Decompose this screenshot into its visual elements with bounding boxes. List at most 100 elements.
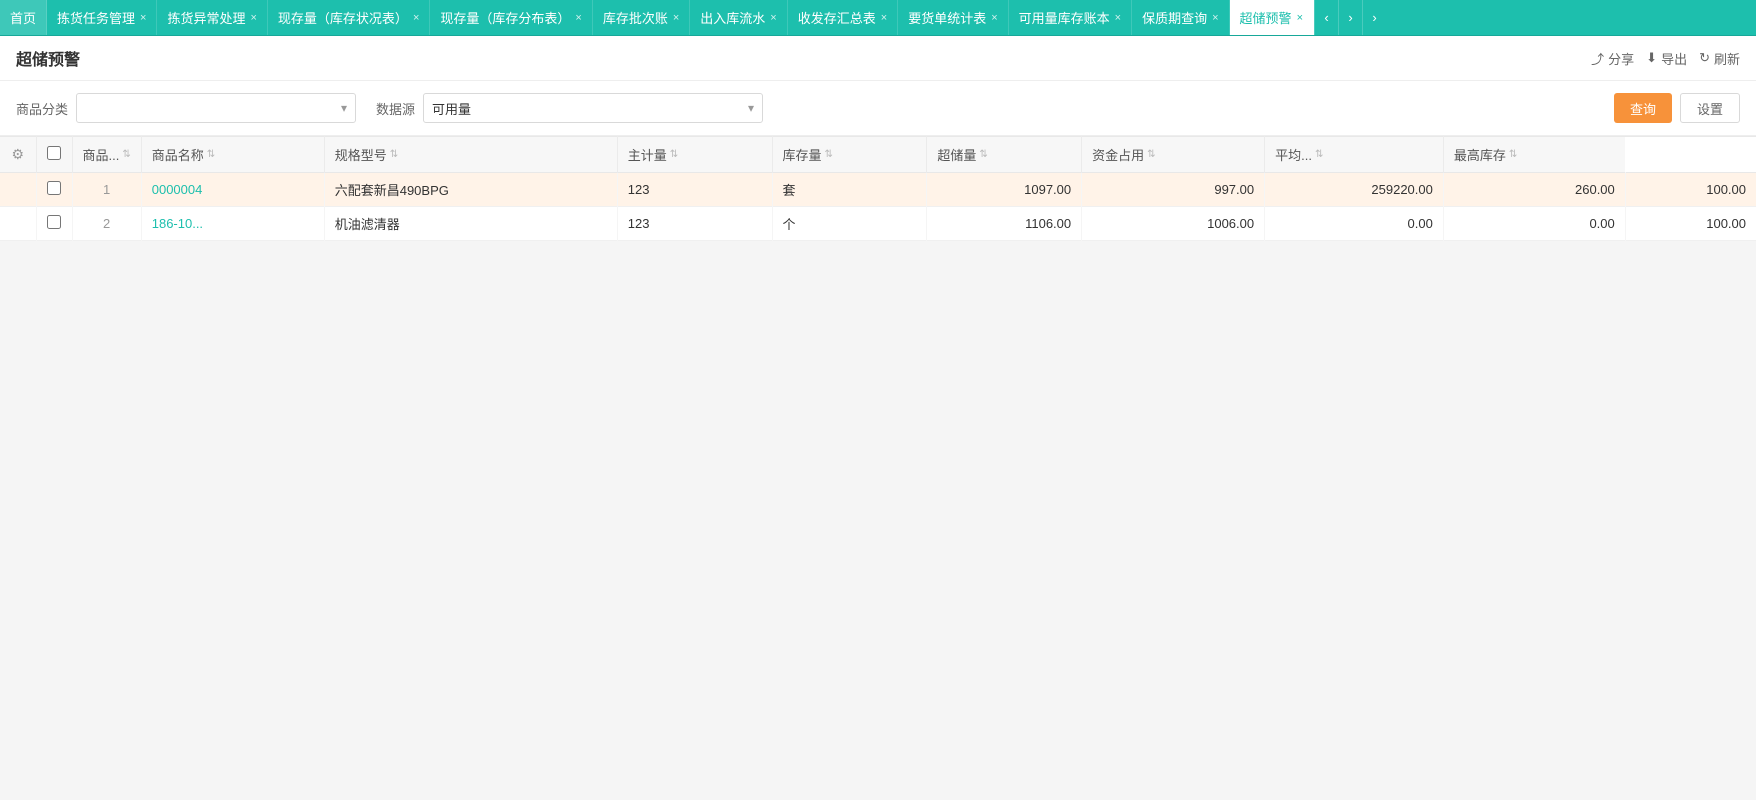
- nav-item-pick-error[interactable]: 拣货异常处理 ×: [157, 0, 267, 36]
- row-product-code: 0000004: [141, 173, 324, 207]
- table-body: 1 0000004 六配套新昌490BPG 123 套 1097.00 997.…: [0, 173, 1756, 241]
- nav-item-inventory-status[interactable]: 现存量（库存状况表） ×: [268, 0, 430, 36]
- row-unit: 套: [772, 173, 927, 207]
- nav-item-label: 保质期查询: [1142, 8, 1207, 27]
- nav-item-flow[interactable]: 出入库流水 ×: [690, 0, 787, 36]
- nav-item-label: 拣货异常处理: [167, 8, 245, 27]
- close-icon[interactable]: ×: [140, 12, 146, 24]
- nav-item-expiry[interactable]: 保质期查询 ×: [1132, 0, 1229, 36]
- datasource-label: 数据源: [376, 99, 415, 118]
- close-icon[interactable]: ×: [250, 12, 256, 24]
- row-index: 2: [72, 207, 141, 241]
- share-button[interactable]: ⤴ 分享: [1591, 49, 1634, 68]
- sort-icon[interactable]: ⇅: [979, 149, 987, 160]
- close-icon[interactable]: ×: [1115, 12, 1121, 24]
- datasource-filter: 数据源 可用量 ▾: [376, 93, 763, 123]
- sort-icon[interactable]: ⇅: [670, 149, 678, 160]
- th-capital: 资金占用 ⇅: [1082, 137, 1265, 173]
- sort-icon[interactable]: ⇅: [390, 149, 398, 160]
- nav-item-home[interactable]: 首页: [0, 0, 47, 36]
- row-settings: [0, 173, 36, 207]
- close-icon[interactable]: ×: [413, 12, 419, 24]
- nav-item-label: 出入库流水: [700, 8, 765, 27]
- th-product-name: 商品名称 ⇅: [141, 137, 324, 173]
- refresh-label: 刷新: [1714, 49, 1740, 68]
- nav-item-label: 可用量库存账本: [1019, 8, 1110, 27]
- datasource-select[interactable]: 可用量 ▾: [423, 93, 763, 123]
- row-index: 1: [72, 173, 141, 207]
- row-checkbox-cell: [36, 207, 72, 241]
- row-capital: 0.00: [1265, 207, 1444, 241]
- datasource-value: 可用量: [432, 99, 471, 118]
- query-button[interactable]: 查询: [1614, 93, 1672, 123]
- share-label: 分享: [1608, 49, 1634, 68]
- gear-icon[interactable]: ⚙: [11, 146, 24, 162]
- close-icon[interactable]: ×: [673, 12, 679, 24]
- row-avg: 260.00: [1443, 173, 1625, 207]
- th-max-stock: 最高库存 ⇅: [1443, 137, 1625, 173]
- row-checkbox[interactable]: [47, 181, 61, 195]
- row-capital: 259220.00: [1265, 173, 1444, 207]
- close-icon[interactable]: ×: [575, 12, 581, 24]
- th-overflow: 超储量 ⇅: [927, 137, 1082, 173]
- row-product-name: 机油滤清器: [324, 207, 617, 241]
- close-icon[interactable]: ×: [1212, 12, 1218, 24]
- table-row: 1 0000004 六配套新昌490BPG 123 套 1097.00 997.…: [0, 173, 1756, 207]
- close-icon[interactable]: ×: [881, 12, 887, 24]
- category-select[interactable]: ▾: [76, 93, 356, 123]
- sort-icon[interactable]: ⇅: [207, 149, 215, 160]
- nav-item-label: 超储预警: [1240, 8, 1292, 27]
- export-button[interactable]: ⬇ 导出: [1646, 49, 1687, 68]
- sort-icon[interactable]: ⇅: [1315, 149, 1323, 160]
- filter-area: 商品分类 ▾ 数据源 可用量 ▾ 查询 设置: [0, 81, 1756, 136]
- table-container: ⚙ 商品... ⇅ 商品名称 ⇅: [0, 136, 1756, 241]
- sort-icon[interactable]: ⇅: [1147, 149, 1155, 160]
- nav-item-batch[interactable]: 库存批次账 ×: [593, 0, 690, 36]
- row-spec: 123: [617, 207, 772, 241]
- nav-item-label: 拣货任务管理: [57, 8, 135, 27]
- row-max-stock: 100.00: [1625, 207, 1756, 241]
- nav-item-available[interactable]: 可用量库存账本 ×: [1009, 0, 1132, 36]
- th-stock: 库存量 ⇅: [772, 137, 927, 173]
- nav-item-overstock[interactable]: 超储预警 ×: [1230, 0, 1314, 36]
- nav-next-arrow[interactable]: ›: [1338, 0, 1362, 36]
- nav-item-label: 收发存汇总表: [798, 8, 876, 27]
- row-settings: [0, 207, 36, 241]
- row-avg: 0.00: [1443, 207, 1625, 241]
- nav-item-label: 现存量（库存状况表）: [278, 8, 408, 27]
- th-avg: 平均... ⇅: [1265, 137, 1444, 173]
- sort-icon[interactable]: ⇅: [1509, 149, 1517, 160]
- sort-icon[interactable]: ⇅: [122, 149, 130, 160]
- nav-item-pick-task[interactable]: 拣货任务管理 ×: [47, 0, 157, 36]
- select-all-checkbox[interactable]: [47, 146, 61, 160]
- sort-icon[interactable]: ⇅: [825, 149, 833, 160]
- nav-more-arrow[interactable]: ›: [1362, 0, 1386, 36]
- chevron-down-icon: ▾: [341, 101, 347, 115]
- th-spec: 规格型号 ⇅: [324, 137, 617, 173]
- nav-item-label: 要货单统计表: [908, 8, 986, 27]
- close-icon[interactable]: ×: [991, 12, 997, 24]
- close-icon[interactable]: ×: [1297, 12, 1303, 24]
- refresh-button[interactable]: ↻ 刷新: [1699, 49, 1740, 68]
- th-checkbox: [36, 137, 72, 173]
- row-max-stock: 100.00: [1625, 173, 1756, 207]
- page-title: 超储预警: [16, 46, 80, 70]
- nav-item-label: 首页: [10, 8, 36, 27]
- category-filter: 商品分类 ▾: [16, 93, 356, 123]
- th-unit: 主计量 ⇅: [617, 137, 772, 173]
- nav-prev-arrow[interactable]: ‹: [1314, 0, 1338, 36]
- category-label: 商品分类: [16, 99, 68, 118]
- close-icon[interactable]: ×: [770, 12, 776, 24]
- row-overflow: 997.00: [1082, 173, 1265, 207]
- row-stock: 1106.00: [927, 207, 1082, 241]
- export-icon: ⬇: [1646, 50, 1657, 66]
- data-table: ⚙ 商品... ⇅ 商品名称 ⇅: [0, 136, 1756, 241]
- table-row: 2 186-10... 机油滤清器 123 个 1106.00 1006.00 …: [0, 207, 1756, 241]
- nav-item-inventory-dist[interactable]: 现存量（库存分布表） ×: [430, 0, 592, 36]
- page-content: 超储预警 ⤴ 分享 ⬇ 导出 ↻ 刷新 商品分类 ▾ 数据源: [0, 36, 1756, 241]
- nav-item-summary[interactable]: 收发存汇总表 ×: [788, 0, 898, 36]
- row-checkbox[interactable]: [47, 215, 61, 229]
- settings-button[interactable]: 设置: [1680, 93, 1740, 123]
- export-label: 导出: [1661, 49, 1687, 68]
- nav-item-demand[interactable]: 要货单统计表 ×: [898, 0, 1008, 36]
